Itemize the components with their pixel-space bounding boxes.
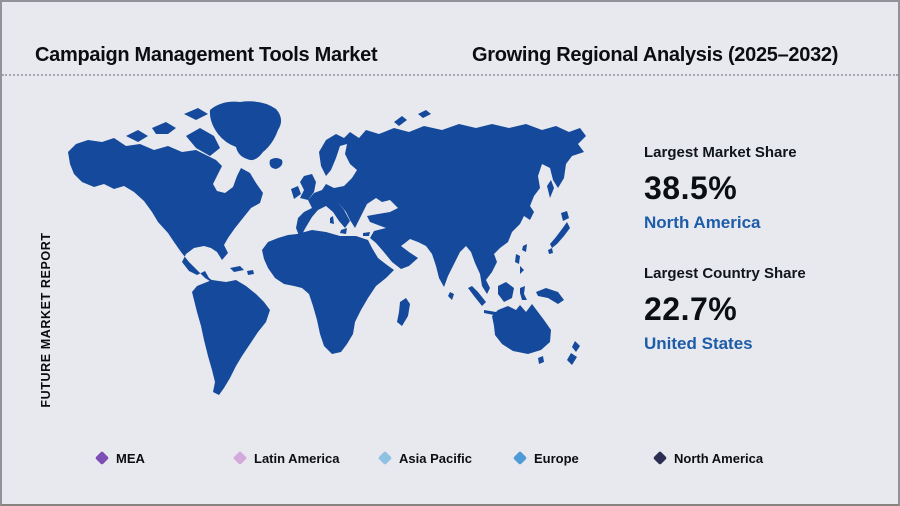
legend-item-mea: MEA [94,449,145,467]
map-greenland [209,101,282,161]
map-africa [262,230,394,354]
page-subtitle: Growing Regional Analysis (2025–2032) [472,44,839,66]
legend-label-asia-pacific: Asia Pacific [399,450,472,466]
map-taiwan [522,244,527,252]
legend-label-north-america: North America [674,450,764,466]
map-philippines [515,254,524,274]
page-title: Campaign Management Tools Market [35,44,378,66]
map-caribbean [230,266,254,275]
legend-label-mea: MEA [116,450,145,466]
latin-america-diamond-icon [232,450,248,466]
map-iceland [269,158,283,169]
map-south-america [192,280,270,395]
map-north-america [68,138,263,302]
infographic-canvas: Campaign Management Tools Market Growing… [0,0,900,506]
stat-market-share-value: 38.5% [644,170,738,206]
stat-market-share-label: Largest Market Share [644,144,797,161]
stat-country-share: Largest Country Share 22.7% United State… [644,265,894,354]
legend-label-europe: Europe [534,450,579,466]
legend-item-latin-america: Latin America [232,449,340,467]
stat-country-share-label: Largest Country Share [644,265,806,282]
legend-item-europe: Europe [512,449,579,467]
map-tasmania [538,356,544,364]
map-sakhalin [547,180,554,198]
map-japan [548,211,570,254]
brand-vertical-text: FUTURE MARKET REPORT [39,232,53,408]
map-australia [492,304,551,354]
north-america-diamond-icon [652,450,668,466]
stat-country-share-region: United States [644,334,753,353]
asia-pacific-diamond-icon [377,450,393,466]
map-novaya-zemlya [394,110,431,126]
stat-market-share-region: North America [644,213,761,232]
world-landmasses [68,101,586,395]
world-map [64,94,604,406]
europe-diamond-icon [512,450,528,466]
map-madagascar [397,298,410,326]
world-map-svg [68,101,586,395]
map-sri-lanka [448,292,454,300]
map-new-zealand [567,341,580,365]
mea-diamond-icon [94,450,110,466]
stat-country-share-value: 22.7% [644,291,738,327]
legend-label-latin-america: Latin America [254,450,340,466]
legend-item-asia-pacific: Asia Pacific [377,449,472,467]
legend-item-north-america: North America [652,449,764,467]
stat-market-share: Largest Market Share 38.5% North America [644,144,894,233]
header-divider [2,74,898,76]
